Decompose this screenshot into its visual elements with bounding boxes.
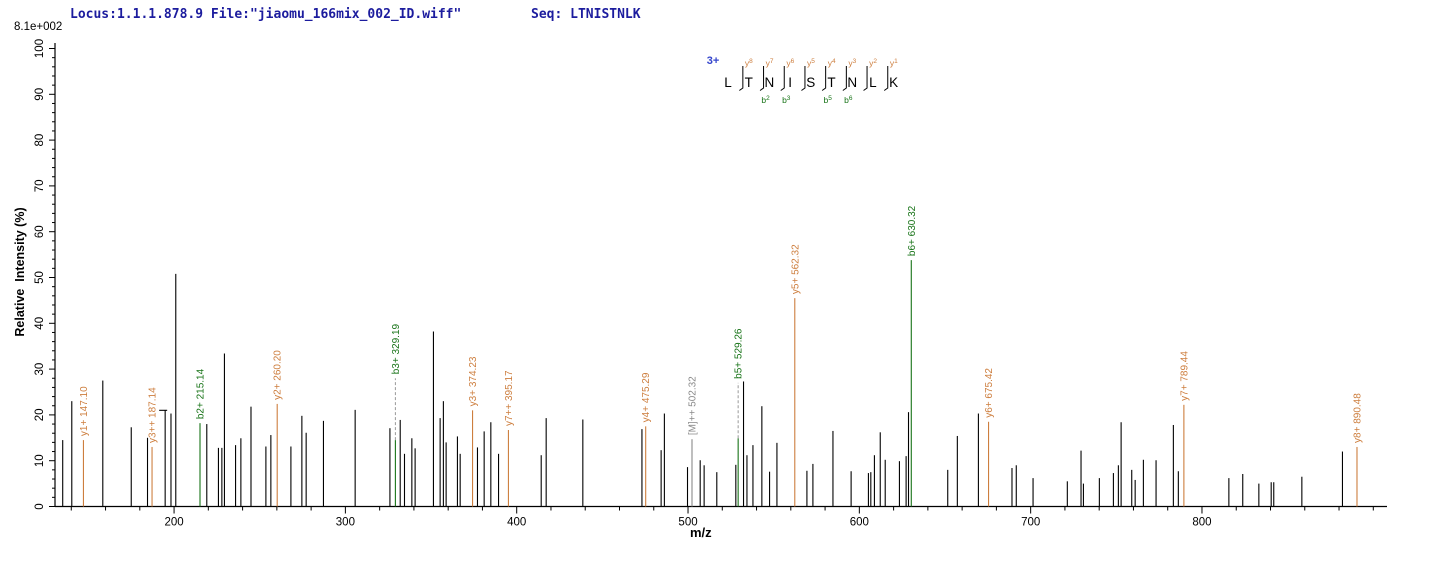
fragment-separator <box>883 66 889 91</box>
peak-label: y3+ 374.23 <box>468 356 479 406</box>
y-ion-label: y8 <box>745 58 753 68</box>
y-ion-label: y6 <box>786 58 794 68</box>
peak-label: b5+ 529.26 <box>734 328 745 379</box>
fragment-separator <box>842 66 847 91</box>
y-tick-label: 0 <box>34 503 46 509</box>
fragment-separator <box>801 66 806 91</box>
residue-letter: N <box>765 75 775 90</box>
residue-letter: L <box>724 75 732 90</box>
x-tick-label: 200 <box>164 517 183 529</box>
peak-label: y5+ 562.32 <box>790 244 801 294</box>
spectrum-chart: 200 300 400 500 600 700 8000102030405060708090… <box>13 39 1387 540</box>
y-tick-label: 20 <box>34 409 46 422</box>
y-axis-title: Relative Intensity (%) <box>13 207 27 336</box>
peak-label: b6+ 630.32 <box>907 205 918 256</box>
residue-letter: L <box>869 75 877 90</box>
b-ion-label: b6 <box>844 95 853 105</box>
y-tick-label: 70 <box>34 180 46 193</box>
y-tick-label: 90 <box>34 88 46 101</box>
x-tick-label: 800 <box>1192 517 1211 529</box>
peak-label: y3++ 187.14 <box>148 387 159 443</box>
b-ion-label: b5 <box>823 95 832 105</box>
y-ion-label: y5 <box>807 58 815 68</box>
charge-state-label: 3+ <box>707 55 720 67</box>
y-tick-label: 10 <box>34 454 46 467</box>
y-ion-label: y7 <box>766 58 774 68</box>
y-ion-label: y3 <box>848 58 856 68</box>
x-tick-label: 400 <box>507 517 526 529</box>
y-tick-label: 50 <box>34 271 46 284</box>
b-ion-label: b2 <box>761 95 770 105</box>
residue-letter: K <box>889 75 898 90</box>
fragment-separator <box>863 66 868 91</box>
x-tick-label: 600 <box>850 517 869 529</box>
residue-letter: N <box>847 75 857 90</box>
residue-letter: S <box>806 75 815 90</box>
y-tick-label: 100 <box>34 39 46 58</box>
y-tick-label: 60 <box>34 225 46 238</box>
peak-label: y2+ 260.20 <box>273 350 284 400</box>
y-tick-label: 80 <box>34 134 46 147</box>
x-tick-label: 700 <box>1021 517 1040 529</box>
peak-label: y4+ 475.29 <box>641 372 652 422</box>
fragment-separator <box>821 66 827 91</box>
spectrum-viewer-page: Locus:1.1.1.878.9 File:"jiaomu_166mix_00… <box>0 0 1436 562</box>
peak-label: y8+ 890.48 <box>1352 393 1363 443</box>
y-ion-label: y2 <box>869 58 877 68</box>
fragment-separator <box>780 66 785 91</box>
x-axis-title: m/z <box>690 525 712 540</box>
residue-letter: T <box>745 75 753 90</box>
fragment-separator <box>759 66 765 91</box>
y-tick-label: 30 <box>34 363 46 376</box>
y-ion-label: y1 <box>890 58 898 68</box>
fragment-separator <box>739 66 744 91</box>
b-ion-label: b3 <box>782 95 791 105</box>
x-tick-label: 300 <box>336 517 355 529</box>
peak-label: y7+ 789.44 <box>1179 351 1190 401</box>
y-tick-label: 40 <box>34 317 46 330</box>
peak-label: b3+ 329.19 <box>391 323 402 374</box>
residue-letter: I <box>788 75 792 90</box>
peak-label: [M]++ 502.32 <box>687 376 698 435</box>
peak-label: b2+ 215.14 <box>196 368 207 419</box>
peak-label: y7++ 395.17 <box>504 370 515 426</box>
peak-label: y1+ 147.10 <box>79 386 90 436</box>
residue-letter: T <box>827 75 835 90</box>
peak-label: y6+ 675.42 <box>984 368 995 418</box>
y-ion-label: y4 <box>828 58 836 68</box>
